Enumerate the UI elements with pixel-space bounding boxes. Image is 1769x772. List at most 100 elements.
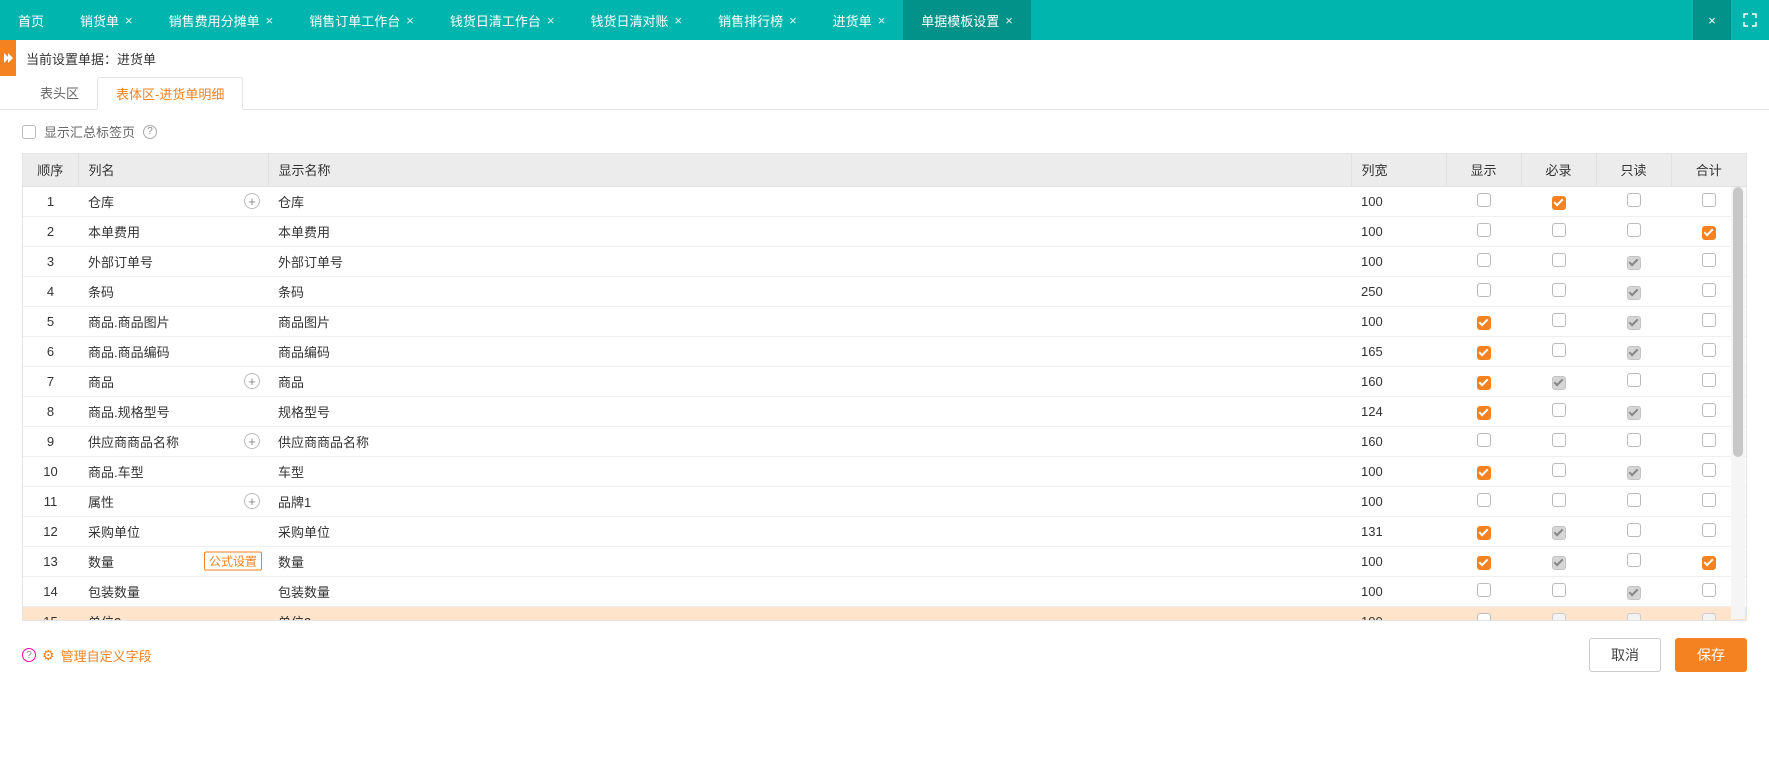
checkbox-total[interactable] (1702, 403, 1716, 417)
add-icon[interactable]: + (244, 493, 260, 509)
formula-badge[interactable]: 公式设置 (204, 552, 262, 571)
checkbox-total[interactable] (1702, 556, 1716, 570)
checkbox-readonly[interactable] (1627, 373, 1641, 387)
checkbox-required[interactable] (1552, 583, 1566, 597)
checkbox-show[interactable] (1477, 346, 1491, 360)
table-row[interactable]: 4条码条码250 (23, 276, 1746, 306)
checkbox-show[interactable] (1477, 556, 1491, 570)
vertical-scrollbar[interactable] (1731, 187, 1745, 619)
checkbox-required[interactable] (1552, 196, 1566, 210)
tab-close-icon[interactable]: × (1005, 13, 1013, 28)
checkbox-required[interactable] (1552, 223, 1566, 237)
table-row[interactable]: 15单位2单位2100 (23, 606, 1746, 620)
table-row[interactable]: 8商品.规格型号规格型号124 (23, 396, 1746, 426)
cell-width[interactable]: 165 (1351, 336, 1446, 366)
checkbox-readonly[interactable] (1627, 433, 1641, 447)
checkbox-total[interactable] (1702, 463, 1716, 477)
checkbox-total[interactable] (1702, 493, 1716, 507)
cell-width[interactable]: 100 (1351, 606, 1446, 620)
table-row[interactable]: 9供应商商品名称+供应商商品名称160 (23, 426, 1746, 456)
table-row[interactable]: 6商品.商品编码商品编码165 (23, 336, 1746, 366)
checkbox-required[interactable] (1552, 493, 1566, 507)
collapse-panel-icon[interactable] (0, 40, 16, 76)
checkbox-readonly[interactable] (1627, 493, 1641, 507)
top-tab-8[interactable]: 单据模板设置× (903, 0, 1031, 40)
help-icon[interactable]: ? (143, 125, 157, 139)
top-tab-7[interactable]: 进货单× (815, 0, 904, 40)
tab-close-icon[interactable]: × (789, 13, 797, 28)
checkbox-readonly[interactable] (1627, 193, 1641, 207)
table-row[interactable]: 14包装数量包装数量100 (23, 576, 1746, 606)
checkbox-readonly[interactable] (1627, 553, 1641, 567)
table-row[interactable]: 13数量公式设置数量100 (23, 546, 1746, 576)
checkbox-total[interactable] (1702, 583, 1716, 597)
checkbox-show[interactable] (1477, 223, 1491, 237)
help-icon[interactable]: ? (22, 648, 36, 662)
table-row[interactable]: 5商品.商品图片商品图片100 (23, 306, 1746, 336)
cell-width[interactable]: 124 (1351, 396, 1446, 426)
add-icon[interactable]: + (244, 433, 260, 449)
checkbox-show[interactable] (1477, 283, 1491, 297)
cell-display[interactable]: 规格型号 (268, 396, 1351, 426)
close-all-tabs-icon[interactable]: × (1693, 0, 1731, 40)
checkbox-required[interactable] (1552, 253, 1566, 267)
top-tab-3[interactable]: 销售订单工作台× (291, 0, 432, 40)
cell-display[interactable]: 包装数量 (268, 576, 1351, 606)
tab-close-icon[interactable]: × (125, 13, 133, 28)
cell-display[interactable]: 外部订单号 (268, 246, 1351, 276)
cell-display[interactable]: 条码 (268, 276, 1351, 306)
checkbox-show[interactable] (1477, 466, 1491, 480)
checkbox-total[interactable] (1702, 226, 1716, 240)
top-tab-2[interactable]: 销售费用分摊单× (151, 0, 292, 40)
checkbox-show[interactable] (1477, 433, 1491, 447)
tab-close-icon[interactable]: × (674, 13, 682, 28)
checkbox-show[interactable] (1477, 613, 1491, 620)
checkbox-required[interactable] (1552, 343, 1566, 357)
section-tab-1[interactable]: 表体区-进货单明细 (97, 77, 243, 110)
scrollbar-thumb[interactable] (1733, 187, 1743, 457)
checkbox-show[interactable] (1477, 316, 1491, 330)
cell-width[interactable]: 250 (1351, 276, 1446, 306)
top-tab-4[interactable]: 钱货日清工作台× (432, 0, 573, 40)
checkbox-show[interactable] (1477, 193, 1491, 207)
top-tab-0[interactable]: 首页 (0, 0, 62, 40)
section-tab-0[interactable]: 表头区 (22, 76, 97, 109)
table-row[interactable]: 2本单费用本单费用100 (23, 216, 1746, 246)
checkbox-required[interactable] (1552, 313, 1566, 327)
cell-display[interactable]: 商品编码 (268, 336, 1351, 366)
tab-close-icon[interactable]: × (266, 13, 274, 28)
checkbox-show[interactable] (1477, 376, 1491, 390)
manage-custom-fields-link[interactable]: ? 管理自定义字段 (22, 646, 152, 665)
cell-display[interactable]: 本单费用 (268, 216, 1351, 246)
cancel-button[interactable]: 取消 (1589, 638, 1661, 672)
table-row[interactable]: 11属性+品牌1100 (23, 486, 1746, 516)
cell-width[interactable]: 100 (1351, 486, 1446, 516)
cell-display[interactable]: 供应商商品名称 (268, 426, 1351, 456)
cell-display[interactable]: 仓库 (268, 186, 1351, 216)
table-row[interactable]: 1仓库+仓库100 (23, 186, 1746, 216)
cell-width[interactable]: 100 (1351, 246, 1446, 276)
checkbox-readonly[interactable] (1627, 523, 1641, 537)
checkbox-show[interactable] (1477, 583, 1491, 597)
cell-display[interactable]: 采购单位 (268, 516, 1351, 546)
cell-width[interactable]: 100 (1351, 186, 1446, 216)
checkbox-readonly[interactable] (1627, 223, 1641, 237)
cell-display[interactable]: 品牌1 (268, 486, 1351, 516)
checkbox-show[interactable] (1477, 493, 1491, 507)
checkbox-required[interactable] (1552, 433, 1566, 447)
cell-width[interactable]: 131 (1351, 516, 1446, 546)
cell-width[interactable]: 100 (1351, 546, 1446, 576)
top-tab-5[interactable]: 钱货日清对账× (572, 0, 700, 40)
checkbox-total[interactable] (1702, 283, 1716, 297)
table-row[interactable]: 7商品+商品160 (23, 366, 1746, 396)
tab-close-icon[interactable]: × (406, 13, 414, 28)
top-tab-6[interactable]: 销售排行榜× (700, 0, 815, 40)
checkbox-required[interactable] (1552, 463, 1566, 477)
checkbox-total[interactable] (1702, 313, 1716, 327)
checkbox-show[interactable] (1477, 406, 1491, 420)
cell-width[interactable]: 160 (1351, 426, 1446, 456)
table-row[interactable]: 10商品.车型车型100 (23, 456, 1746, 486)
show-summary-checkbox[interactable] (22, 125, 36, 139)
tab-close-icon[interactable]: × (878, 13, 886, 28)
cell-width[interactable]: 100 (1351, 456, 1446, 486)
